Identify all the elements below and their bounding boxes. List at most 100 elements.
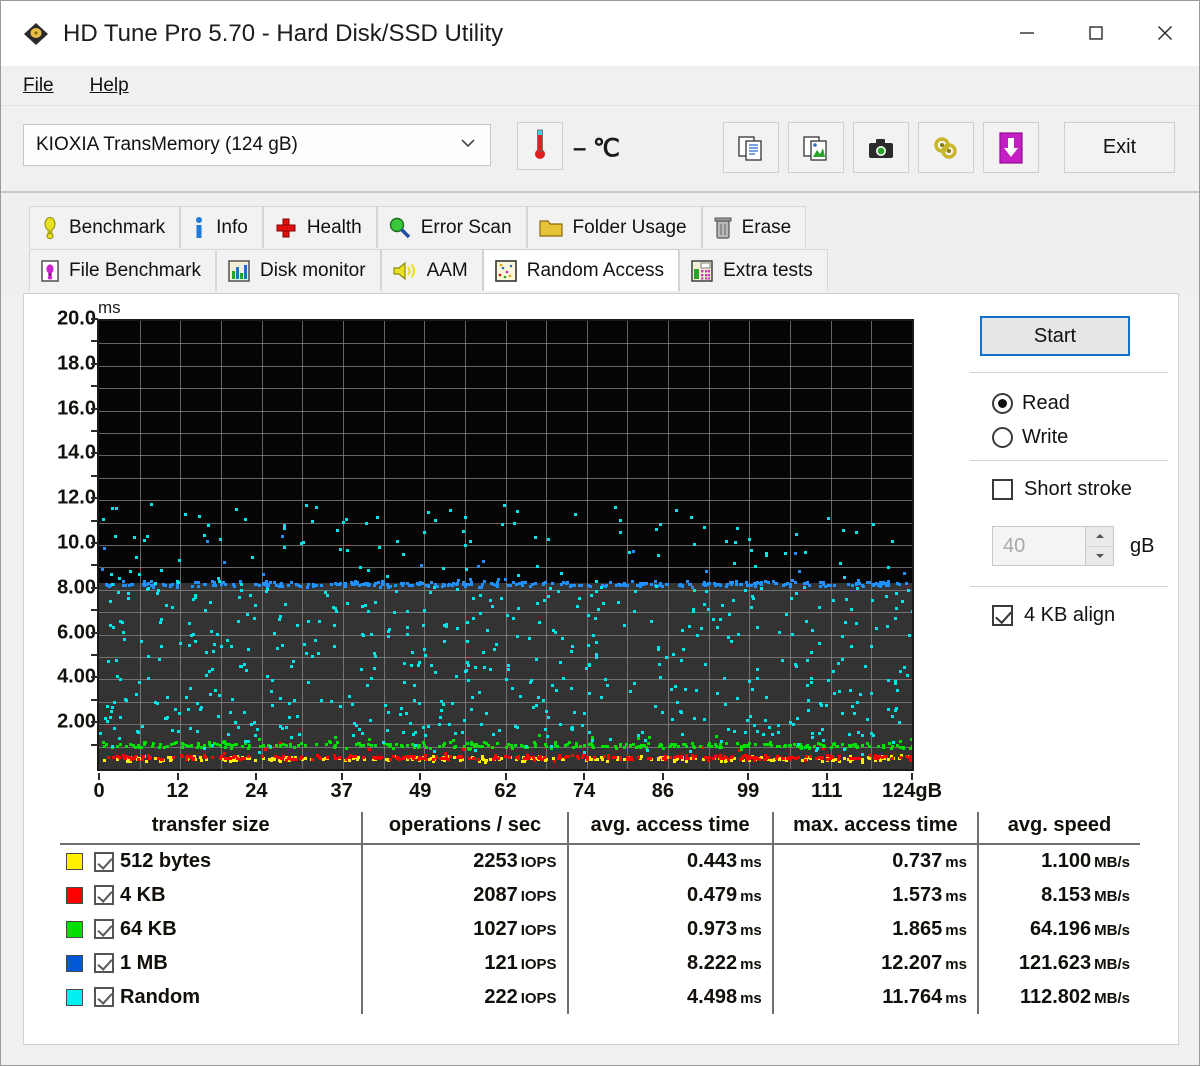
chart-y-tick-label: 10.0 [57, 531, 96, 554]
chart-data-point [265, 589, 269, 593]
radio-read[interactable]: Read [992, 392, 1070, 415]
tab-benchmark[interactable]: Benchmark [29, 206, 181, 248]
chart-x-tick-label: 99 [736, 780, 760, 802]
tab-file-benchmark[interactable]: File Benchmark [29, 249, 216, 291]
tab-folder-usage[interactable]: Folder Usage [526, 206, 702, 248]
start-button[interactable]: Start [980, 316, 1130, 356]
chart-data-point [648, 735, 652, 739]
chart-data-point [427, 510, 431, 514]
chart-y-tick [91, 452, 98, 455]
align-label: 4 KB align [1024, 604, 1116, 626]
chart-data-point [307, 681, 311, 684]
chart-data-point [607, 756, 611, 760]
series-checkbox[interactable] [94, 851, 114, 872]
chart-gridline-horizontal [99, 545, 912, 546]
chart-data-point [473, 756, 477, 760]
chart-data-point [903, 572, 906, 576]
chart-data-point [374, 655, 377, 659]
series-checkbox[interactable] [94, 953, 114, 973]
tab-health[interactable]: Health [262, 206, 377, 248]
chart-data-point [569, 583, 573, 587]
cell-unit: ms [945, 921, 967, 939]
copy-image-icon[interactable] [788, 122, 844, 173]
chart-data-point [725, 742, 729, 746]
chart-data-point [226, 756, 230, 760]
chart-data-point [282, 546, 286, 550]
series-checkbox[interactable] [94, 885, 114, 905]
chart-data-point [477, 565, 481, 569]
tab-disk-monitor[interactable]: Disk monitor [216, 249, 381, 291]
chart-data-point [196, 702, 199, 706]
cell-transfer-size[interactable]: Random [60, 980, 362, 1014]
tab-extra-tests[interactable]: Extra tests [679, 249, 828, 291]
chart-data-point [608, 581, 612, 585]
menu-item-file[interactable]: File [9, 73, 68, 99]
chart-data-point [827, 679, 831, 683]
tab-random-access[interactable]: Random Access [482, 249, 680, 291]
chart-data-point [898, 721, 902, 725]
radio-write[interactable]: Write [992, 426, 1068, 449]
tab-aam[interactable]: AAM [380, 249, 483, 291]
chart-data-point [200, 759, 204, 763]
chart-data-point [492, 648, 496, 652]
series-color-swatch [66, 853, 83, 870]
drive-select[interactable]: KIOXIA TransMemory (124 gB) [23, 124, 491, 166]
chart-data-point [348, 759, 352, 762]
chart-data-point [660, 711, 664, 715]
chart-data-point [134, 555, 138, 559]
chart-data-point [290, 735, 294, 739]
chart-data-point [618, 518, 622, 522]
chart-data-point [873, 583, 877, 587]
download-icon[interactable] [983, 122, 1039, 173]
chart-data-point [133, 757, 137, 761]
close-icon[interactable] [1130, 1, 1199, 65]
maximize-icon[interactable] [1061, 1, 1130, 65]
cell-unit: ms [945, 955, 967, 973]
chart-data-point [528, 636, 532, 640]
screenshot-icon[interactable] [853, 122, 909, 173]
chart-data-point [538, 620, 542, 624]
chart-data-point [624, 583, 628, 587]
cell-transfer-size[interactable]: 64 KB [60, 912, 362, 946]
series-checkbox[interactable] [94, 919, 114, 939]
tab-erase[interactable]: Erase [701, 206, 807, 248]
chart-data-point [140, 758, 144, 762]
chart-gridline-horizontal [99, 388, 912, 389]
chart-data-point [857, 757, 861, 761]
chart-data-point [470, 740, 474, 744]
chart-data-point [518, 582, 522, 586]
cell-transfer-size[interactable]: 512 bytes [60, 844, 362, 878]
short-stroke-stepper[interactable]: 40 [992, 526, 1114, 566]
cell-transfer-size[interactable]: 1 MB [60, 946, 362, 980]
chart-data-point [861, 743, 865, 747]
chart-x-tick [98, 773, 100, 780]
chart-data-point [570, 686, 574, 690]
stepper-down-icon[interactable] [1085, 546, 1113, 565]
chart-data-point [229, 645, 233, 649]
chart-data-point [492, 583, 495, 587]
stepper-up-icon[interactable] [1085, 527, 1113, 547]
checkbox-short-stroke[interactable]: Short stroke [992, 478, 1132, 501]
chart-data-point [818, 605, 822, 609]
chart-data-point [150, 745, 154, 749]
series-checkbox[interactable] [94, 987, 114, 1007]
copy-text-icon[interactable] [723, 122, 779, 173]
exit-button[interactable]: Exit [1064, 122, 1175, 173]
chart-y-tick [91, 721, 98, 724]
chart-data-point [633, 590, 637, 593]
minimize-icon[interactable] [992, 1, 1061, 65]
menu-item-help[interactable]: Help [76, 73, 143, 99]
checkbox-4kb-align[interactable]: 4 KB align [992, 604, 1115, 627]
chart-data-point [401, 552, 405, 556]
chart-data-point [122, 583, 125, 587]
chart-data-point [783, 551, 787, 555]
chart-data-point [912, 581, 914, 584]
chart-data-point [688, 625, 692, 629]
tab-info[interactable]: Info [180, 206, 263, 248]
settings-icon[interactable] [918, 122, 974, 173]
chart-data-point [383, 703, 387, 707]
tab-error-scan[interactable]: Error Scan [376, 206, 527, 248]
chart-data-point [632, 550, 635, 554]
chart-data-point [636, 736, 640, 740]
cell-transfer-size[interactable]: 4 KB [60, 878, 362, 912]
